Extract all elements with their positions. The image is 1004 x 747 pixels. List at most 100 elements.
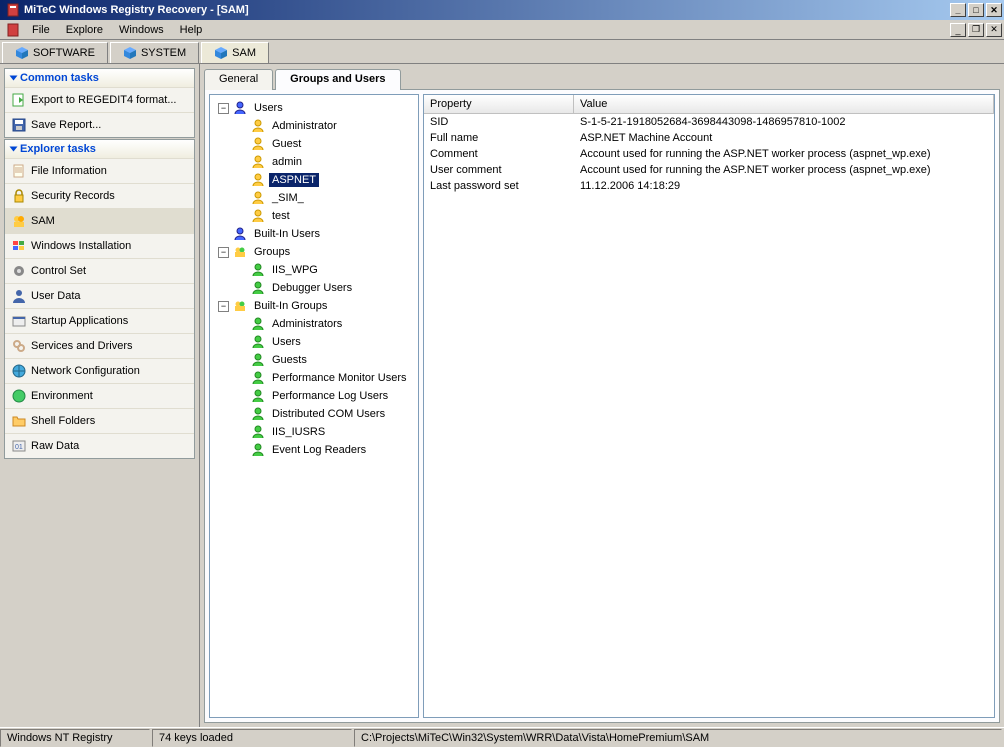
mdi-minimize-button[interactable]: _ bbox=[950, 23, 966, 37]
details-row[interactable]: User commentAccount used for running the… bbox=[424, 162, 994, 178]
tree-label: Users bbox=[269, 335, 304, 349]
tree-node-administrator[interactable]: Administrator bbox=[210, 117, 418, 135]
tree-node--sim-[interactable]: _SIM_ bbox=[210, 189, 418, 207]
details-row[interactable]: CommentAccount used for running the ASP.… bbox=[424, 146, 994, 162]
person-g-icon bbox=[251, 317, 265, 331]
minimize-button[interactable]: _ bbox=[950, 3, 966, 17]
close-button[interactable]: ✕ bbox=[986, 3, 1002, 17]
tree-node-groups[interactable]: − Groups bbox=[210, 243, 418, 261]
file-icon bbox=[11, 163, 27, 179]
tree-node-performance-monitor-users[interactable]: Performance Monitor Users bbox=[210, 369, 418, 387]
user-icon bbox=[233, 101, 247, 115]
mdi-close-button[interactable]: ✕ bbox=[986, 23, 1002, 37]
mdi-restore-button[interactable]: ❐ bbox=[968, 23, 984, 37]
tab-general[interactable]: General bbox=[204, 69, 273, 90]
sidebar-item-label: Shell Folders bbox=[31, 415, 95, 427]
person-y-icon bbox=[251, 173, 265, 187]
tree-panel[interactable]: − Users Administrator GuestadminASPNET_SIM_… bbox=[209, 94, 419, 718]
sidebar-explorer-header[interactable]: Explorer tasks bbox=[5, 140, 194, 158]
tree-label: Event Log Readers bbox=[269, 443, 369, 457]
menu-explore[interactable]: Explore bbox=[58, 22, 111, 38]
menu-file[interactable]: File bbox=[24, 22, 58, 38]
env-icon bbox=[11, 388, 27, 404]
person-g-icon bbox=[251, 353, 265, 367]
save-icon bbox=[11, 117, 27, 133]
sidebar-explorer-control-set[interactable]: Control Set bbox=[5, 258, 194, 283]
network-icon bbox=[11, 363, 27, 379]
tab-groups-and-users[interactable]: Groups and Users bbox=[275, 69, 400, 90]
document-tab-software[interactable]: SOFTWARE bbox=[2, 42, 108, 63]
details-header-property[interactable]: Property bbox=[424, 95, 574, 113]
person-g-icon bbox=[251, 389, 265, 403]
sam-icon bbox=[11, 213, 27, 229]
cube-icon bbox=[123, 46, 137, 60]
user-icon bbox=[11, 288, 27, 304]
tree-node-guest[interactable]: Guest bbox=[210, 135, 418, 153]
sidebar-explorer-network-configuration[interactable]: Network Configuration bbox=[5, 358, 194, 383]
tree-label: Administrator bbox=[269, 119, 340, 133]
tree-node-event-log-readers[interactable]: Event Log Readers bbox=[210, 441, 418, 459]
sidebar-explorer-security-records[interactable]: Security Records bbox=[5, 183, 194, 208]
sidebar-common-export-to-regedit4-format-[interactable]: Export to REGEDIT4 format... bbox=[5, 87, 194, 112]
sidebar-explorer-file-information[interactable]: File Information bbox=[5, 158, 194, 183]
tree-label: IIS_WPG bbox=[269, 263, 321, 277]
tree-node-debugger-users[interactable]: Debugger Users bbox=[210, 279, 418, 297]
tree-node-iis-wpg[interactable]: IIS_WPG bbox=[210, 261, 418, 279]
sidebar-explorer-services-and-drivers[interactable]: Services and Drivers bbox=[5, 333, 194, 358]
tree-node-administrators[interactable]: Administrators bbox=[210, 315, 418, 333]
sidebar-common-header[interactable]: Common tasks bbox=[5, 69, 194, 87]
tree-node-users[interactable]: Users bbox=[210, 333, 418, 351]
document-tab-sam[interactable]: SAM bbox=[201, 42, 269, 63]
tree-toggle-icon[interactable]: − bbox=[218, 247, 229, 258]
sidebar-explorer-environment[interactable]: Environment bbox=[5, 383, 194, 408]
tree-toggle-icon[interactable]: − bbox=[218, 301, 229, 312]
menu-help[interactable]: Help bbox=[172, 22, 211, 38]
person-g-icon bbox=[251, 281, 265, 295]
tree-node-users[interactable]: − Users bbox=[210, 99, 418, 117]
group-icon bbox=[233, 299, 247, 313]
status-file-path: C:\Projects\MiTeC\Win32\System\WRR\Data\… bbox=[354, 729, 1002, 747]
person-g-icon bbox=[251, 263, 265, 277]
tree-node-performance-log-users[interactable]: Performance Log Users bbox=[210, 387, 418, 405]
tree-node-guests[interactable]: Guests bbox=[210, 351, 418, 369]
details-header-value[interactable]: Value bbox=[574, 95, 994, 113]
sidebar-explorer-shell-folders[interactable]: Shell Folders bbox=[5, 408, 194, 433]
tree-node-built-in-users[interactable]: Built-In Users bbox=[210, 225, 418, 243]
details-row[interactable]: Last password set11.12.2006 14:18:29 bbox=[424, 178, 994, 194]
details-value: ASP.NET Machine Account bbox=[574, 130, 994, 146]
tree-node-iis-iusrs[interactable]: IIS_IUSRS bbox=[210, 423, 418, 441]
person-y-icon bbox=[251, 155, 265, 169]
tree-node-test[interactable]: test bbox=[210, 207, 418, 225]
menu-windows[interactable]: Windows bbox=[111, 22, 172, 38]
gear-icon bbox=[11, 263, 27, 279]
tree-node-distributed-com-users[interactable]: Distributed COM Users bbox=[210, 405, 418, 423]
sidebar-explorer-raw-data[interactable]: 01Raw Data bbox=[5, 433, 194, 458]
sidebar-explorer-user-data[interactable]: User Data bbox=[5, 283, 194, 308]
sidebar-explorer-sam[interactable]: SAM bbox=[5, 208, 194, 233]
tree-toggle-icon[interactable]: − bbox=[218, 103, 229, 114]
tree-label: Debugger Users bbox=[269, 281, 355, 295]
details-row[interactable]: SIDS-1-5-21-1918052684-3698443098-148695… bbox=[424, 114, 994, 130]
sidebar-item-label: Raw Data bbox=[31, 440, 79, 452]
services-icon bbox=[11, 338, 27, 354]
sidebar-explorer-windows-installation[interactable]: Windows Installation bbox=[5, 233, 194, 258]
tree-label: Groups bbox=[251, 245, 293, 259]
details-property: Full name bbox=[424, 130, 574, 146]
details-property: Comment bbox=[424, 146, 574, 162]
sidebar-explorer-startup-applications[interactable]: Startup Applications bbox=[5, 308, 194, 333]
tree-node-admin[interactable]: admin bbox=[210, 153, 418, 171]
tree-node-built-in-groups[interactable]: −Built-In Groups bbox=[210, 297, 418, 315]
details-row[interactable]: Full nameASP.NET Machine Account bbox=[424, 130, 994, 146]
tree-label: Built-In Users bbox=[251, 227, 323, 241]
sidebar-item-label: User Data bbox=[31, 290, 81, 302]
sidebar-common-save-report-[interactable]: Save Report... bbox=[5, 112, 194, 137]
win-icon bbox=[11, 238, 27, 254]
details-value: 11.12.2006 14:18:29 bbox=[574, 178, 994, 194]
tree-node-aspnet[interactable]: ASPNET bbox=[210, 171, 418, 189]
document-tab-system[interactable]: SYSTEM bbox=[110, 42, 199, 63]
sidebar-item-label: Save Report... bbox=[31, 119, 101, 131]
document-tab-label: SYSTEM bbox=[141, 47, 186, 59]
tree-label: Users bbox=[251, 101, 286, 115]
menu-bar: File Explore Windows Help _ ❐ ✕ bbox=[0, 20, 1004, 40]
maximize-button[interactable]: □ bbox=[968, 3, 984, 17]
